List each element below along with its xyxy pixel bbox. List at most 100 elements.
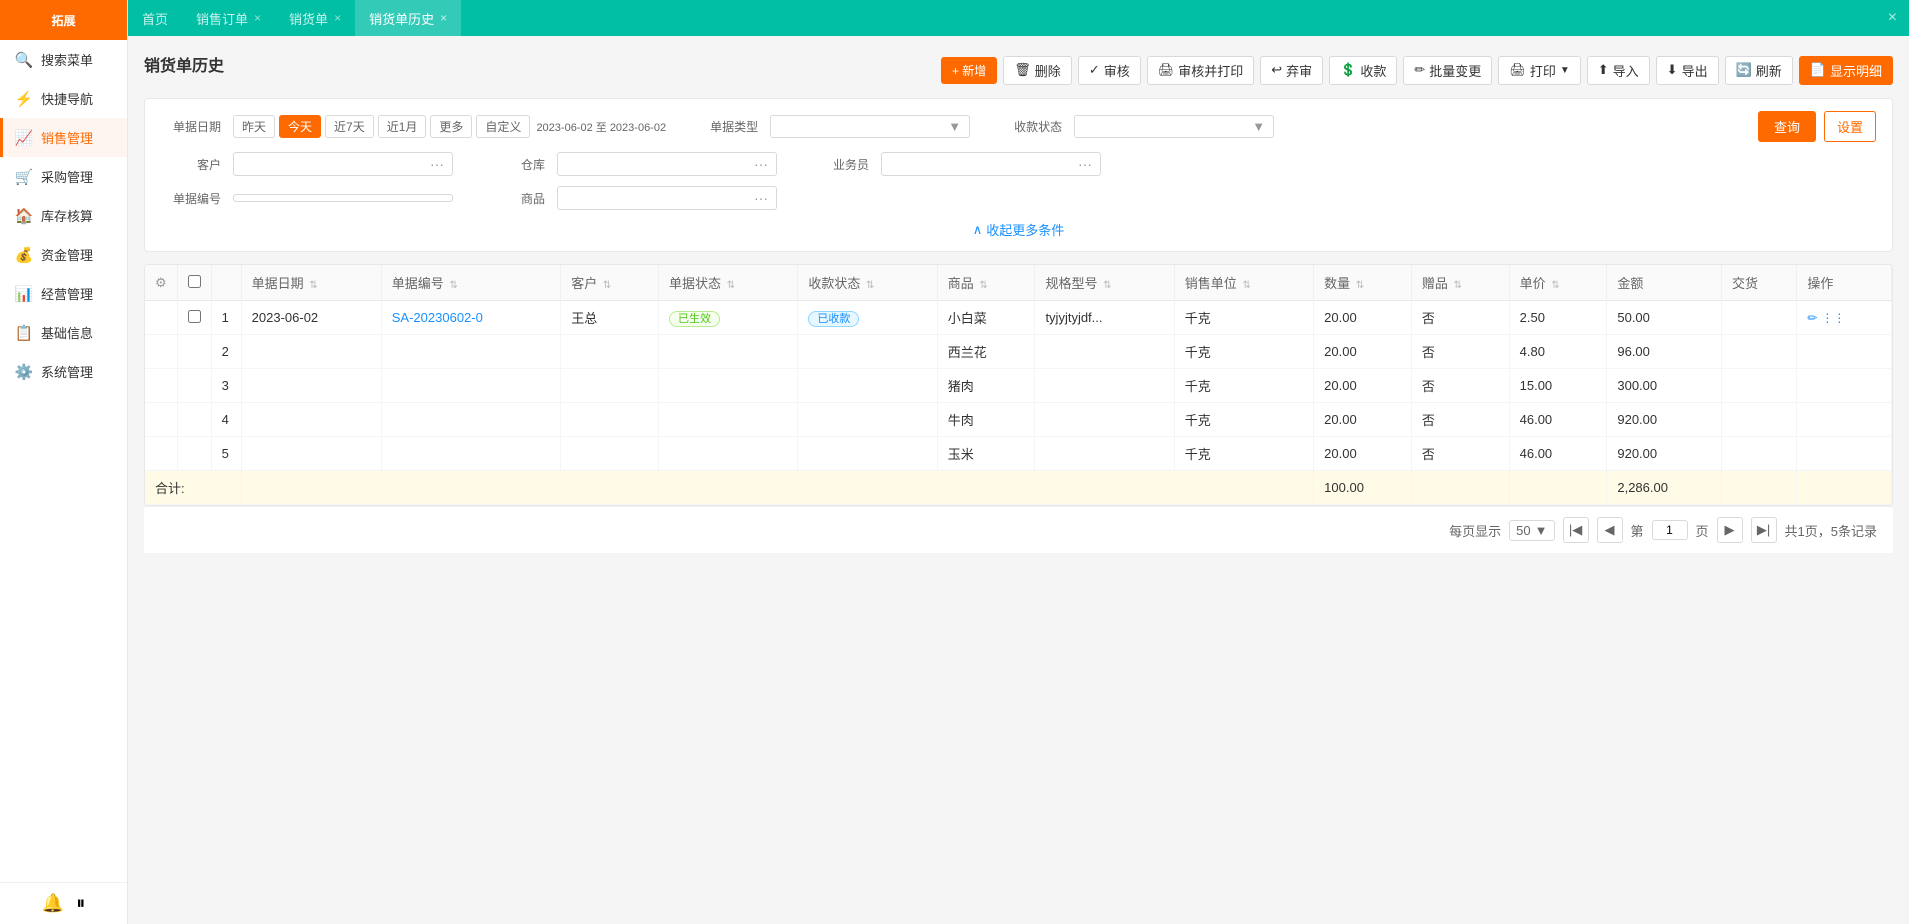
per-page-select[interactable]: 50 ▼	[1509, 520, 1554, 541]
th-qty[interactable]: 数量 ⇅	[1314, 265, 1412, 301]
th-checkbox[interactable]	[177, 265, 211, 301]
audit-print-button[interactable]: 🖨 审核并打印	[1147, 56, 1255, 85]
date-btn-7days[interactable]: 近7天	[325, 115, 374, 138]
th-settings[interactable]: ⚙	[145, 265, 177, 301]
customer-label: 客户	[161, 156, 221, 173]
print-button[interactable]: 🖨 打印 ▼	[1498, 56, 1580, 85]
show-detail-button[interactable]: 📄 显示明细	[1799, 56, 1893, 85]
date-btn-custom[interactable]: 自定义	[476, 115, 530, 138]
customer-ellipsis-icon: ···	[430, 156, 444, 172]
row-amount: 920.00	[1607, 403, 1722, 437]
sidebar-item-sales-mgmt[interactable]: 📈 销售管理	[0, 118, 127, 157]
set-button[interactable]: 设置	[1824, 111, 1876, 142]
row-checkbox-cell[interactable]	[177, 403, 211, 437]
sidebar-item-inventory[interactable]: 🏠 库存核算	[0, 196, 127, 235]
customer-input[interactable]: ···	[233, 152, 453, 176]
row-checkbox-cell[interactable]	[177, 301, 211, 335]
export-button[interactable]: ⬇ 导出	[1656, 56, 1719, 85]
delete-button[interactable]: 🗑 删除	[1003, 56, 1072, 85]
th-spec[interactable]: 规格型号 ⇅	[1035, 265, 1174, 301]
date-btn-today[interactable]: 今天	[279, 115, 321, 138]
salesperson-input[interactable]: ···	[881, 152, 1101, 176]
th-collect-status[interactable]: 收款状态 ⇅	[798, 265, 937, 301]
abandon-button[interactable]: ↩ 弃审	[1260, 56, 1323, 85]
row-spec: tyjyjtyjdf...	[1035, 301, 1174, 335]
sidebar-item-finance-mgmt[interactable]: 💰 资金管理	[0, 235, 127, 274]
th-doc-no[interactable]: 单据编号 ⇅	[381, 265, 560, 301]
row-checkbox-cell[interactable]	[177, 335, 211, 369]
row-doc-no[interactable]	[381, 335, 560, 369]
doc-type-select[interactable]: ▼	[770, 115, 970, 138]
row-goods: 玉米	[937, 437, 1035, 471]
doc-no-link[interactable]: SA-20230602-0	[392, 310, 483, 325]
audit-button[interactable]: ✓ 审核	[1078, 56, 1141, 85]
prev-page-button[interactable]: ◀	[1597, 517, 1623, 543]
row-doc-no[interactable]	[381, 369, 560, 403]
sort-icon: ⇅	[1551, 280, 1559, 291]
close-all-tabs-button[interactable]: ×	[1876, 9, 1909, 27]
row-doc-no[interactable]	[381, 403, 560, 437]
date-btn-1month[interactable]: 近1月	[378, 115, 427, 138]
batch-change-icon: ✏	[1414, 62, 1425, 78]
page-content: 销货单历史 + 新增 🗑 删除 ✓ 审核 🖨 审核并打印 ↩ 弃审	[128, 36, 1909, 924]
tab-home[interactable]: 首页	[128, 0, 182, 36]
pause-icon[interactable]: ⏸	[76, 893, 85, 914]
tab-sales-history-close[interactable]: ×	[440, 11, 447, 25]
page-number-input[interactable]	[1652, 520, 1688, 540]
collect-status-select[interactable]: ▼	[1074, 115, 1274, 138]
row-checkbox-cell[interactable]	[177, 369, 211, 403]
first-page-button[interactable]: |◀	[1563, 517, 1589, 543]
row-doc-no[interactable]: SA-20230602-0	[381, 301, 560, 335]
next-page-button[interactable]: ▶	[1717, 517, 1743, 543]
new-button[interactable]: + 新增	[941, 57, 997, 84]
th-unit-price[interactable]: 单价 ⇅	[1509, 265, 1607, 301]
sidebar-item-label: 库存核算	[41, 206, 93, 225]
sidebar-item-sys-mgmt[interactable]: ⚙️ 系统管理	[0, 352, 127, 391]
th-doc-status[interactable]: 单据状态 ⇅	[658, 265, 797, 301]
th-goods[interactable]: 商品 ⇅	[937, 265, 1035, 301]
th-gift[interactable]: 赠品 ⇅	[1411, 265, 1509, 301]
sidebar-item-basic-info[interactable]: 📋 基础信息	[0, 313, 127, 352]
th-action: 操作	[1797, 265, 1892, 301]
tab-sales-order[interactable]: 销售订单 ×	[182, 0, 275, 36]
filter-panel: 单据日期 昨天 今天 近7天 近1月 更多 自定义 2023-06-02 至 2…	[144, 98, 1893, 252]
edit-icon[interactable]: ✏	[1807, 311, 1817, 325]
tab-sales-order-close[interactable]: ×	[254, 11, 261, 25]
sidebar-logo: 拓展	[0, 0, 127, 40]
import-button[interactable]: ⬆ 导入	[1587, 56, 1650, 85]
print-icon: 🖨	[1509, 62, 1526, 78]
page-label: 第	[1631, 521, 1644, 540]
warehouse-input[interactable]: ···	[557, 152, 777, 176]
date-btn-more[interactable]: 更多	[430, 115, 472, 138]
th-customer[interactable]: 客户 ⇅	[561, 265, 659, 301]
batch-change-button[interactable]: ✏ 批量变更	[1403, 56, 1492, 85]
sidebar-item-purchase-mgmt[interactable]: 🛒 采购管理	[0, 157, 127, 196]
select-all-checkbox[interactable]	[188, 275, 201, 288]
tab-sales-goods[interactable]: 销货单 ×	[275, 0, 355, 36]
sidebar-item-quick-nav[interactable]: ⚡ 快捷导航	[0, 79, 127, 118]
tab-sales-goods-close[interactable]: ×	[334, 11, 341, 25]
date-btn-yesterday[interactable]: 昨天	[233, 115, 275, 138]
th-unit[interactable]: 销售单位 ⇅	[1174, 265, 1313, 301]
row-checkbox-cell[interactable]	[177, 437, 211, 471]
notification-icon[interactable]: 🔔	[42, 893, 64, 914]
more-actions-icon[interactable]: ⋮⋮	[1821, 311, 1845, 325]
row-doc-no[interactable]	[381, 437, 560, 471]
tab-sales-history[interactable]: 销货单历史 ×	[355, 0, 461, 36]
last-page-button[interactable]: ▶|	[1751, 517, 1777, 543]
sidebar-item-ops-mgmt[interactable]: 📊 经营管理	[0, 274, 127, 313]
query-button[interactable]: 查询	[1758, 111, 1816, 142]
doc-no-input[interactable]	[233, 194, 453, 202]
salesperson-ellipsis-icon: ···	[1078, 156, 1092, 172]
refresh-button[interactable]: 🔄 刷新	[1725, 56, 1793, 85]
doc-type-label: 单据类型	[698, 118, 758, 135]
sidebar-item-search-menu[interactable]: 🔍 搜索菜单	[0, 40, 127, 79]
goods-input[interactable]: ···	[557, 186, 777, 210]
row-doc-status	[658, 369, 797, 403]
collapse-filter-button[interactable]: ∧ 收起更多条件	[161, 220, 1876, 239]
row-qty: 20.00	[1314, 403, 1412, 437]
row-checkbox[interactable]	[188, 310, 201, 323]
th-amount[interactable]: 金额	[1607, 265, 1722, 301]
th-doc-date[interactable]: 单据日期 ⇅	[241, 265, 381, 301]
collect-button[interactable]: 💲 收款	[1329, 56, 1397, 85]
